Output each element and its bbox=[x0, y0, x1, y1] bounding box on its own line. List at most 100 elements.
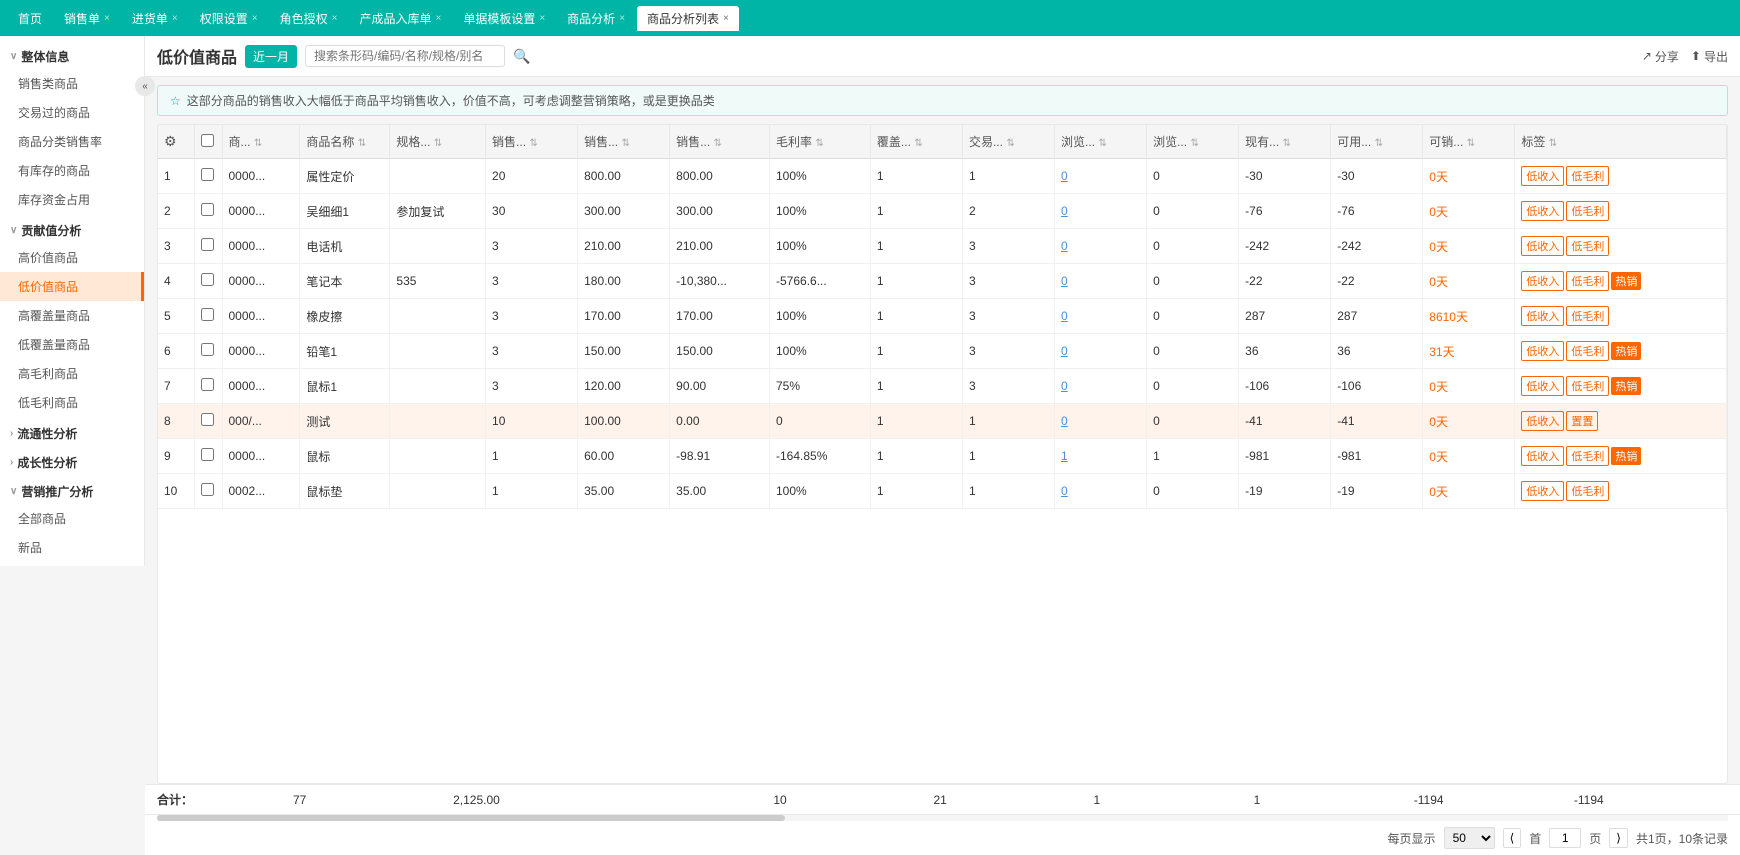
col-view2[interactable]: 浏览... ⇅ bbox=[1147, 125, 1239, 159]
row-checkbox[interactable] bbox=[201, 483, 214, 496]
view1-link[interactable]: 0 bbox=[1061, 414, 1068, 428]
nav-close-purchase[interactable]: × bbox=[172, 13, 178, 24]
row-checkbox[interactable] bbox=[201, 378, 214, 391]
scroll-thumb[interactable] bbox=[157, 815, 785, 821]
row-view2: 0 bbox=[1147, 194, 1239, 229]
sidebar-item-sales-goods[interactable]: 销售类商品 bbox=[0, 69, 144, 98]
sidebar-group-growth[interactable]: › 成长性分析 bbox=[0, 446, 144, 475]
sidebar-item-category-rate[interactable]: 商品分类销售率 bbox=[0, 127, 144, 156]
sidebar-item-low-value[interactable]: 低价值商品 bbox=[0, 272, 144, 301]
nav-close-analysis-list[interactable]: × bbox=[723, 13, 729, 24]
nav-role[interactable]: 角色授权 × bbox=[270, 6, 348, 31]
nav-sales-order[interactable]: 销售单 × bbox=[54, 6, 120, 31]
col-checkbox bbox=[194, 125, 222, 159]
nav-product-in[interactable]: 产成品入库单 × bbox=[349, 6, 451, 31]
view1-link[interactable]: 0 bbox=[1061, 309, 1068, 323]
nav-product-analysis-list[interactable]: 商品分析列表 × bbox=[637, 6, 739, 31]
page-size-select[interactable]: 50 100 bbox=[1444, 827, 1495, 849]
row-checkbox[interactable] bbox=[201, 343, 214, 356]
sidebar-item-all-goods[interactable]: 全部商品 bbox=[0, 504, 144, 533]
nav-product-analysis[interactable]: 商品分析 × bbox=[557, 6, 635, 31]
col-sales-qty[interactable]: 销售... ⇅ bbox=[486, 125, 578, 159]
filter-recent-btn[interactable]: 近一月 bbox=[245, 45, 297, 68]
nav-template[interactable]: 单据模板设置 × bbox=[453, 6, 555, 31]
nav-permission[interactable]: 权限设置 × bbox=[190, 6, 268, 31]
col-trade[interactable]: 交易... ⇅ bbox=[962, 125, 1054, 159]
search-input[interactable] bbox=[305, 45, 505, 67]
view1-link[interactable]: 0 bbox=[1061, 379, 1068, 393]
col-sales-amt[interactable]: 销售... ⇅ bbox=[578, 125, 670, 159]
col-coverage[interactable]: 覆盖... ⇅ bbox=[870, 125, 962, 159]
sidebar-item-high-coverage[interactable]: 高覆盖量商品 bbox=[0, 301, 144, 330]
sidebar-item-stock-capital[interactable]: 库存资金占用 bbox=[0, 185, 144, 214]
row-sellable: 0天 bbox=[1423, 264, 1515, 299]
nav-close-product-analysis[interactable]: × bbox=[619, 13, 625, 24]
nav-home[interactable]: 首页 bbox=[8, 6, 52, 31]
row-tags: 低收入低毛利 bbox=[1515, 229, 1727, 264]
sidebar-item-stock-goods[interactable]: 有库存的商品 bbox=[0, 156, 144, 185]
col-available[interactable]: 可用... ⇅ bbox=[1331, 125, 1423, 159]
row-checkbox[interactable] bbox=[201, 448, 214, 461]
sidebar-item-high-value[interactable]: 高价值商品 bbox=[0, 243, 144, 272]
sidebar-item-new-goods[interactable]: 新品 bbox=[0, 533, 144, 562]
col-name[interactable]: 商品名称 ⇅ bbox=[300, 125, 390, 159]
gear-icon[interactable]: ⚙ bbox=[164, 133, 177, 149]
view1-link[interactable]: 1 bbox=[1061, 449, 1068, 463]
row-tags: 低收入低毛利热销 bbox=[1515, 264, 1727, 299]
view1-link[interactable]: 0 bbox=[1061, 204, 1068, 218]
view1-link[interactable]: 0 bbox=[1061, 484, 1068, 498]
row-checkbox[interactable] bbox=[201, 413, 214, 426]
row-sales-qty: 30 bbox=[486, 194, 578, 229]
row-checkbox[interactable] bbox=[201, 168, 214, 181]
page-input[interactable] bbox=[1549, 828, 1581, 848]
data-table-container[interactable]: ⚙ 商... ⇅ 商品名称 ⇅ 规格... ⇅ 销售... ⇅ 销售... ⇅ … bbox=[157, 124, 1728, 784]
row-checkbox[interactable] bbox=[201, 203, 214, 216]
table-row: 60000...铅笔13150.00150.00100%1300363631天低… bbox=[158, 334, 1727, 369]
first-page-btn[interactable]: ⟨ bbox=[1503, 828, 1522, 848]
nav-close-template[interactable]: × bbox=[539, 13, 545, 24]
sidebar-group-liquidity[interactable]: › 流通性分析 bbox=[0, 417, 144, 446]
col-spec[interactable]: 规格... ⇅ bbox=[390, 125, 486, 159]
nav-close-role[interactable]: × bbox=[332, 13, 338, 24]
sidebar-item-high-margin[interactable]: 高毛利商品 bbox=[0, 359, 144, 388]
col-sales-cost[interactable]: 销售... ⇅ bbox=[670, 125, 770, 159]
next-page-btn[interactable]: ⟩ bbox=[1609, 828, 1628, 848]
col-view1[interactable]: 浏览... ⇅ bbox=[1055, 125, 1147, 159]
sidebar-collapse-btn[interactable]: « bbox=[135, 76, 155, 96]
nav-close-sales-order[interactable]: × bbox=[104, 13, 110, 24]
nav-purchase[interactable]: 进货单 × bbox=[122, 6, 188, 31]
col-profit-rate[interactable]: 毛利率 ⇅ bbox=[770, 125, 871, 159]
row-checkbox[interactable] bbox=[201, 308, 214, 321]
col-code[interactable]: 商... ⇅ bbox=[222, 125, 300, 159]
sidebar-item-low-coverage[interactable]: 低覆盖量商品 bbox=[0, 330, 144, 359]
scroll-bar[interactable] bbox=[157, 815, 1728, 821]
export-btn[interactable]: ⬆ 导出 bbox=[1691, 48, 1728, 65]
row-checkbox[interactable] bbox=[201, 273, 214, 286]
nav-close-product-in[interactable]: × bbox=[435, 13, 441, 24]
row-sellable: 8610天 bbox=[1423, 299, 1515, 334]
tag: 低收入 bbox=[1521, 166, 1564, 186]
total-empty1 bbox=[607, 793, 767, 807]
row-checkbox-cell bbox=[194, 264, 222, 299]
col-sellable[interactable]: 可销... ⇅ bbox=[1423, 125, 1515, 159]
col-current[interactable]: 现有... ⇅ bbox=[1239, 125, 1331, 159]
col-gear[interactable]: ⚙ bbox=[158, 125, 194, 159]
view1-link[interactable]: 0 bbox=[1061, 169, 1068, 183]
view1-link[interactable]: 0 bbox=[1061, 274, 1068, 288]
sidebar-item-traded-goods[interactable]: 交易过的商品 bbox=[0, 98, 144, 127]
sidebar-group-contribution[interactable]: ∨ 贡献值分析 bbox=[0, 214, 144, 243]
sidebar-group-marketing[interactable]: ∨ 营销推广分析 bbox=[0, 475, 144, 504]
row-sales-cost: -98.91 bbox=[670, 439, 770, 474]
select-all-checkbox[interactable] bbox=[201, 134, 214, 147]
sidebar-item-low-margin[interactable]: 低毛利商品 bbox=[0, 388, 144, 417]
nav-close-permission[interactable]: × bbox=[252, 13, 258, 24]
row-sales-qty: 1 bbox=[486, 439, 578, 474]
view1-link[interactable]: 0 bbox=[1061, 239, 1068, 253]
share-btn[interactable]: ↗ 分享 bbox=[1642, 48, 1679, 65]
sidebar-group-overall[interactable]: ∨ 整体信息 bbox=[0, 40, 144, 69]
top-nav: 首页 销售单 × 进货单 × 权限设置 × 角色授权 × 产成品入库单 × 单据… bbox=[0, 0, 1740, 36]
row-checkbox[interactable] bbox=[201, 238, 214, 251]
col-tags[interactable]: 标签 ⇅ bbox=[1515, 125, 1727, 159]
search-icon[interactable]: 🔍 bbox=[513, 48, 530, 65]
view1-link[interactable]: 0 bbox=[1061, 344, 1068, 358]
